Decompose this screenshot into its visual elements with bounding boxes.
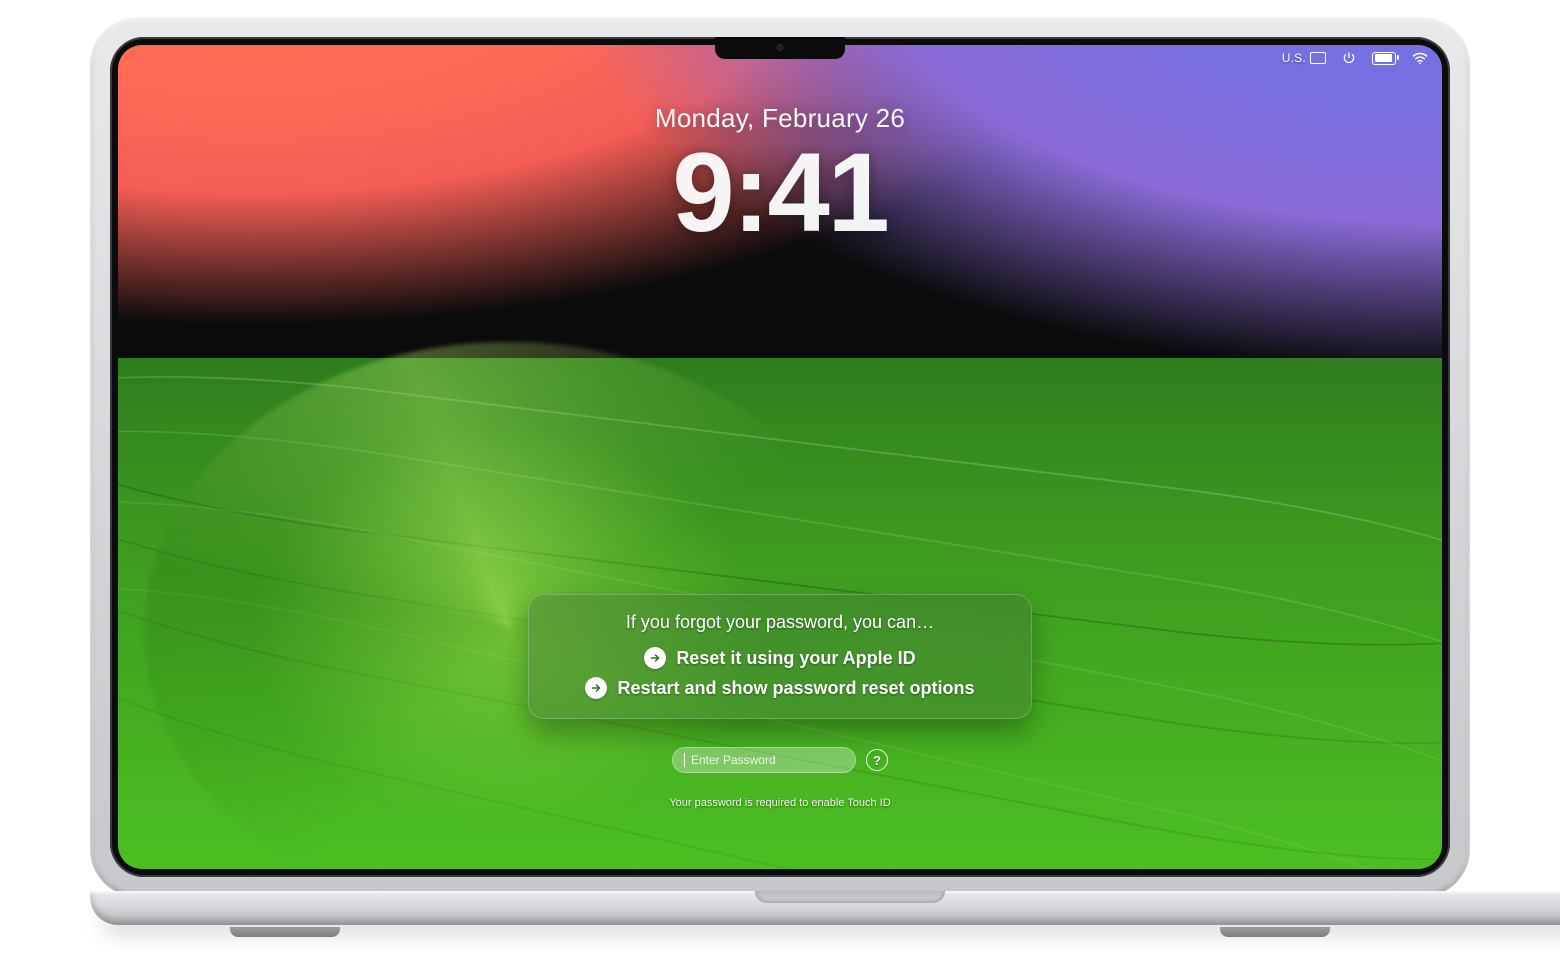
display-notch (715, 37, 845, 59)
lock-screen-clock: Monday, February 26 9:41 (118, 103, 1442, 257)
laptop-deck (90, 891, 1560, 925)
restart-reset-options-label: Restart and show password reset options (617, 678, 974, 699)
text-caret (684, 753, 685, 767)
restart-reset-options-option[interactable]: Restart and show password reset options (550, 673, 1010, 703)
laptop-feet (90, 925, 1470, 937)
password-hint-button[interactable]: ? (866, 749, 888, 771)
keyboard-icon (1310, 52, 1326, 64)
input-source-indicator[interactable]: U.S. (1282, 51, 1326, 65)
reset-with-apple-id-option[interactable]: Reset it using your Apple ID (550, 643, 1010, 673)
password-field[interactable] (672, 747, 856, 773)
reset-with-apple-id-label: Reset it using your Apple ID (676, 648, 915, 669)
display-bezel: U.S. (110, 37, 1450, 877)
lock-screen: U.S. (118, 45, 1442, 869)
menu-bar-status: U.S. (1282, 51, 1428, 65)
password-requirement-text: Your password is required to enable Touc… (660, 796, 900, 811)
arrow-right-circle-icon (644, 647, 666, 669)
battery-icon[interactable] (1372, 52, 1396, 65)
wifi-icon[interactable] (1412, 52, 1428, 64)
power-icon[interactable] (1342, 51, 1356, 65)
password-row: ? (672, 747, 888, 773)
laptop-lid: U.S. (90, 17, 1470, 897)
input-source-label: U.S. (1282, 51, 1306, 65)
macbook-frame: U.S. (90, 17, 1470, 937)
forgot-password-popover: If you forgot your password, you can… Re… (528, 594, 1032, 719)
password-input[interactable] (689, 752, 844, 768)
time-label: 9:41 (118, 128, 1442, 257)
arrow-right-circle-icon (585, 677, 607, 699)
popover-title: If you forgot your password, you can… (550, 612, 1010, 633)
